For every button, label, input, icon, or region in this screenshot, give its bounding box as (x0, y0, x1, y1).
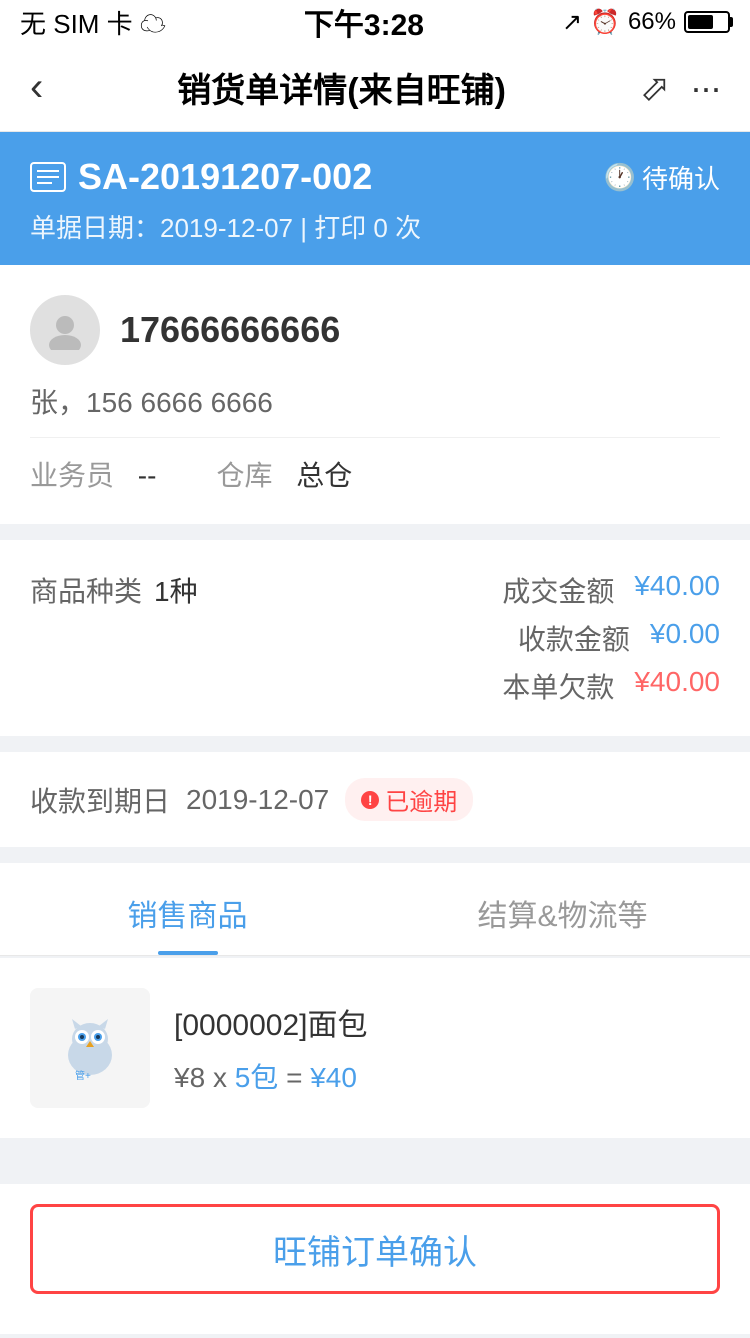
amount-value: ¥40.00 (634, 570, 720, 610)
page-title: 销货单详情(来自旺铺) (177, 63, 506, 112)
order-date: 单据日期：2019-12-07 | 打印 0 次 (30, 208, 720, 245)
customer-name: 张，156 6666 6666 (30, 381, 720, 421)
share-button[interactable]: ⬀ (640, 67, 670, 109)
product-thumbnail: 管+ (30, 988, 150, 1108)
status-text: 待确认 (642, 159, 720, 196)
product-item: 管+ [0000002]面包 ¥8 x 5包 = ¥40 (0, 958, 750, 1138)
more-button[interactable]: ··· (690, 67, 720, 109)
product-type-label: 商品种类 (30, 570, 142, 610)
product-price: ¥8 x 5包 = ¥40 (174, 1056, 720, 1096)
summary-amounts: 成交金额 ¥40.00 收款金额 ¥0.00 本单欠款 ¥40.00 (502, 570, 720, 706)
received-value: ¥0.00 (650, 618, 720, 658)
nav-bar: ‹ 销货单详情(来自旺铺) ⬀ ··· (0, 44, 750, 132)
customer-phone: 17666666666 (120, 309, 340, 351)
order-icon (30, 162, 66, 192)
order-id-text: SA-20191207-002 (78, 156, 372, 198)
tab-settlement[interactable]: 结算&物流等 (375, 863, 750, 955)
warehouse-value: 总仓 (296, 460, 352, 491)
due-date-card: 收款到期日 2019-12-07 ! 已逾期 (0, 752, 750, 847)
status-bar: 无 SIM 卡 ☁ 下午3:28 ↗ ⏰ 66% (0, 0, 750, 44)
owed-value: ¥40.00 (634, 666, 720, 706)
avatar (30, 295, 100, 365)
status-left: 无 SIM 卡 ☁ (20, 4, 166, 41)
confirm-order-button[interactable]: 旺铺订单确认 (30, 1204, 720, 1294)
clock-icon: 🕐 (604, 162, 636, 193)
battery-percent: 66% (628, 8, 676, 36)
overdue-icon: ! (361, 791, 379, 809)
confirm-button-wrap: 旺铺订单确认 (0, 1184, 750, 1334)
alarm-icon: ⏰ (590, 8, 620, 37)
tabs: 销售商品 结算&物流等 (0, 863, 750, 956)
product-section: 管+ [0000002]面包 ¥8 x 5包 = ¥40 (0, 958, 750, 1138)
summary-card: 商品种类 1种 成交金额 ¥40.00 收款金额 ¥0.00 本单欠款 ¥40.… (0, 540, 750, 736)
due-date-label: 收款到期日 (30, 780, 170, 820)
warehouse-label: 仓库 (216, 460, 272, 491)
customer-meta: 业务员 -- 仓库 总仓 (30, 454, 720, 494)
back-button[interactable]: ‹ (30, 65, 43, 110)
nav-actions: ⬀ ··· (640, 67, 720, 109)
status-right: ↗ ⏰ 66% (562, 8, 730, 37)
status-time: 下午3:28 (304, 0, 424, 44)
overdue-text: 已逾期 (385, 782, 457, 817)
product-type-value: 1种 (154, 570, 198, 610)
owed-label: 本单欠款 (502, 666, 614, 706)
amount-label: 成交金额 (502, 570, 614, 610)
location-icon: ↗ (562, 8, 582, 37)
product-info: [0000002]面包 ¥8 x 5包 = ¥40 (174, 1000, 720, 1096)
tab-products[interactable]: 销售商品 (0, 863, 375, 955)
order-status: 🕐 待确认 (604, 159, 720, 196)
product-image: 管+ (45, 1013, 135, 1083)
sales-value: -- (138, 460, 157, 491)
sales-label: 业务员 (30, 460, 114, 491)
overdue-badge: ! 已逾期 (345, 778, 473, 821)
divider (30, 437, 720, 438)
received-label: 收款金额 (518, 618, 630, 658)
svg-text:管+: 管+ (75, 1069, 91, 1082)
due-date-value: 2019-12-07 (186, 784, 329, 816)
product-name: [0000002]面包 (174, 1000, 720, 1044)
order-header: SA-20191207-002 🕐 待确认 单据日期：2019-12-07 | … (0, 132, 750, 265)
customer-card: 17666666666 张，156 6666 6666 业务员 -- 仓库 总仓 (0, 265, 750, 524)
order-id: SA-20191207-002 (30, 156, 372, 198)
battery-icon (684, 11, 730, 33)
